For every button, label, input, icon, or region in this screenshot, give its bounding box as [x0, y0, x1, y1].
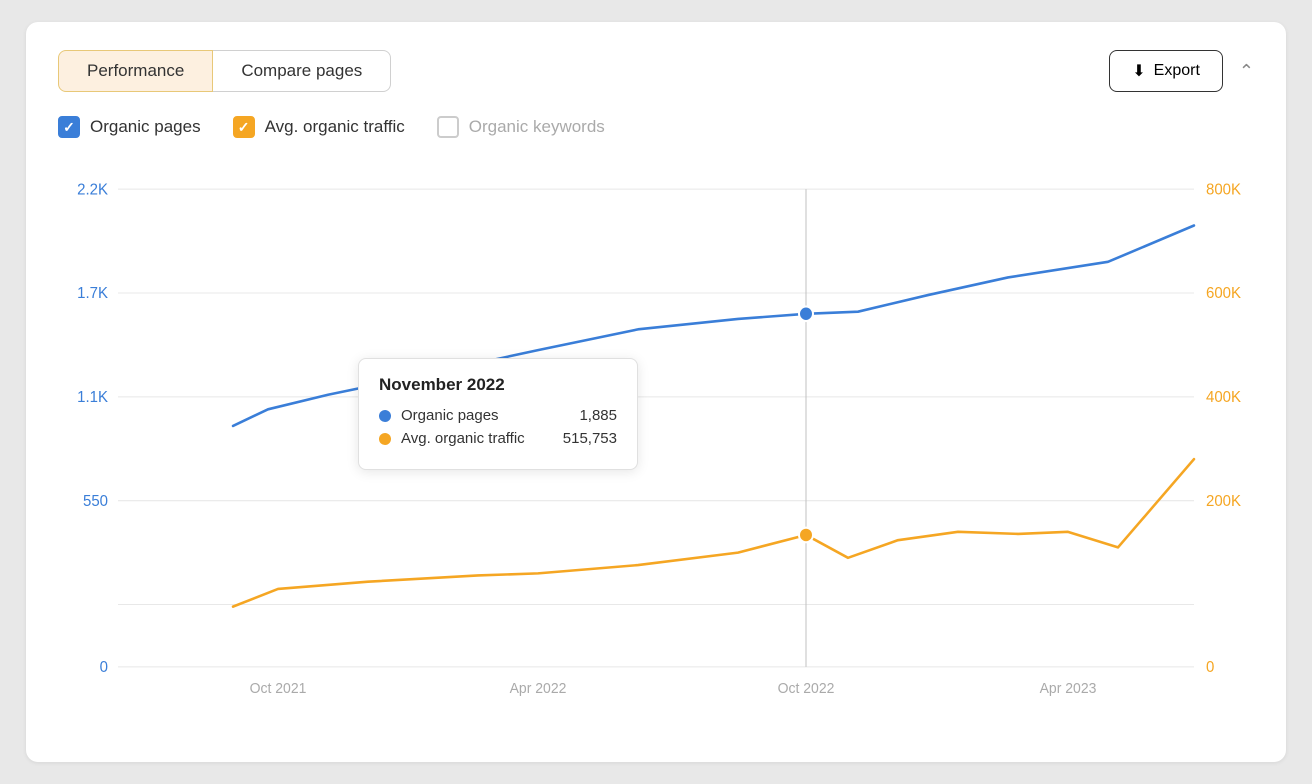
- export-label: Export: [1154, 62, 1200, 80]
- tab-group: Performance Compare pages: [58, 50, 391, 92]
- svg-text:Oct 2021: Oct 2021: [250, 681, 307, 697]
- svg-text:2.2K: 2.2K: [77, 181, 109, 198]
- checkbox-avg-traffic[interactable]: ✓ Avg. organic traffic: [233, 116, 405, 138]
- svg-text:800K: 800K: [1206, 181, 1242, 198]
- svg-text:600K: 600K: [1206, 285, 1242, 302]
- checkbox-avg-traffic-label: Avg. organic traffic: [265, 117, 405, 137]
- checkbox-organic-keywords-label: Organic keywords: [469, 117, 605, 137]
- svg-text:0: 0: [1206, 659, 1214, 676]
- chart-svg: 2.2K 1.7K 1.1K 550 0 800K 600K 400K 200K…: [58, 158, 1254, 698]
- svg-text:200K: 200K: [1206, 493, 1242, 510]
- download-icon: ⬇︎: [1132, 61, 1145, 81]
- checkbox-organic-pages-input[interactable]: ✓: [58, 116, 80, 138]
- chart-container: 2.2K 1.7K 1.1K 550 0 800K 600K 400K 200K…: [58, 158, 1254, 698]
- svg-text:1.7K: 1.7K: [77, 285, 109, 302]
- svg-text:Oct 2022: Oct 2022: [778, 681, 835, 697]
- svg-text:Apr 2023: Apr 2023: [1040, 681, 1097, 697]
- export-button[interactable]: ⬇︎ Export: [1109, 50, 1223, 92]
- svg-text:550: 550: [83, 493, 108, 510]
- checkbox-organic-keywords[interactable]: Organic keywords: [437, 116, 605, 138]
- checkbox-avg-traffic-input[interactable]: ✓: [233, 116, 255, 138]
- svg-text:1.1K: 1.1K: [77, 389, 109, 406]
- checkbox-row: ✓ Organic pages ✓ Avg. organic traffic O…: [58, 116, 1254, 138]
- svg-text:0: 0: [100, 659, 108, 676]
- tab-performance[interactable]: Performance: [58, 50, 213, 92]
- svg-text:Apr 2022: Apr 2022: [510, 681, 567, 697]
- checkbox-organic-pages[interactable]: ✓ Organic pages: [58, 116, 201, 138]
- performance-card: Performance Compare pages ⬇︎ Export ⌃ ✓ …: [26, 22, 1286, 762]
- checkmark-icon: ✓: [63, 119, 75, 136]
- checkbox-organic-keywords-input[interactable]: [437, 116, 459, 138]
- checkbox-organic-pages-label: Organic pages: [90, 117, 201, 137]
- checkmark-icon: ✓: [238, 119, 250, 136]
- svg-text:400K: 400K: [1206, 389, 1242, 406]
- chevron-up-icon[interactable]: ⌃: [1239, 61, 1254, 82]
- header-right: ⬇︎ Export ⌃: [1109, 50, 1254, 92]
- header-row: Performance Compare pages ⬇︎ Export ⌃: [58, 50, 1254, 92]
- tab-compare[interactable]: Compare pages: [213, 50, 391, 92]
